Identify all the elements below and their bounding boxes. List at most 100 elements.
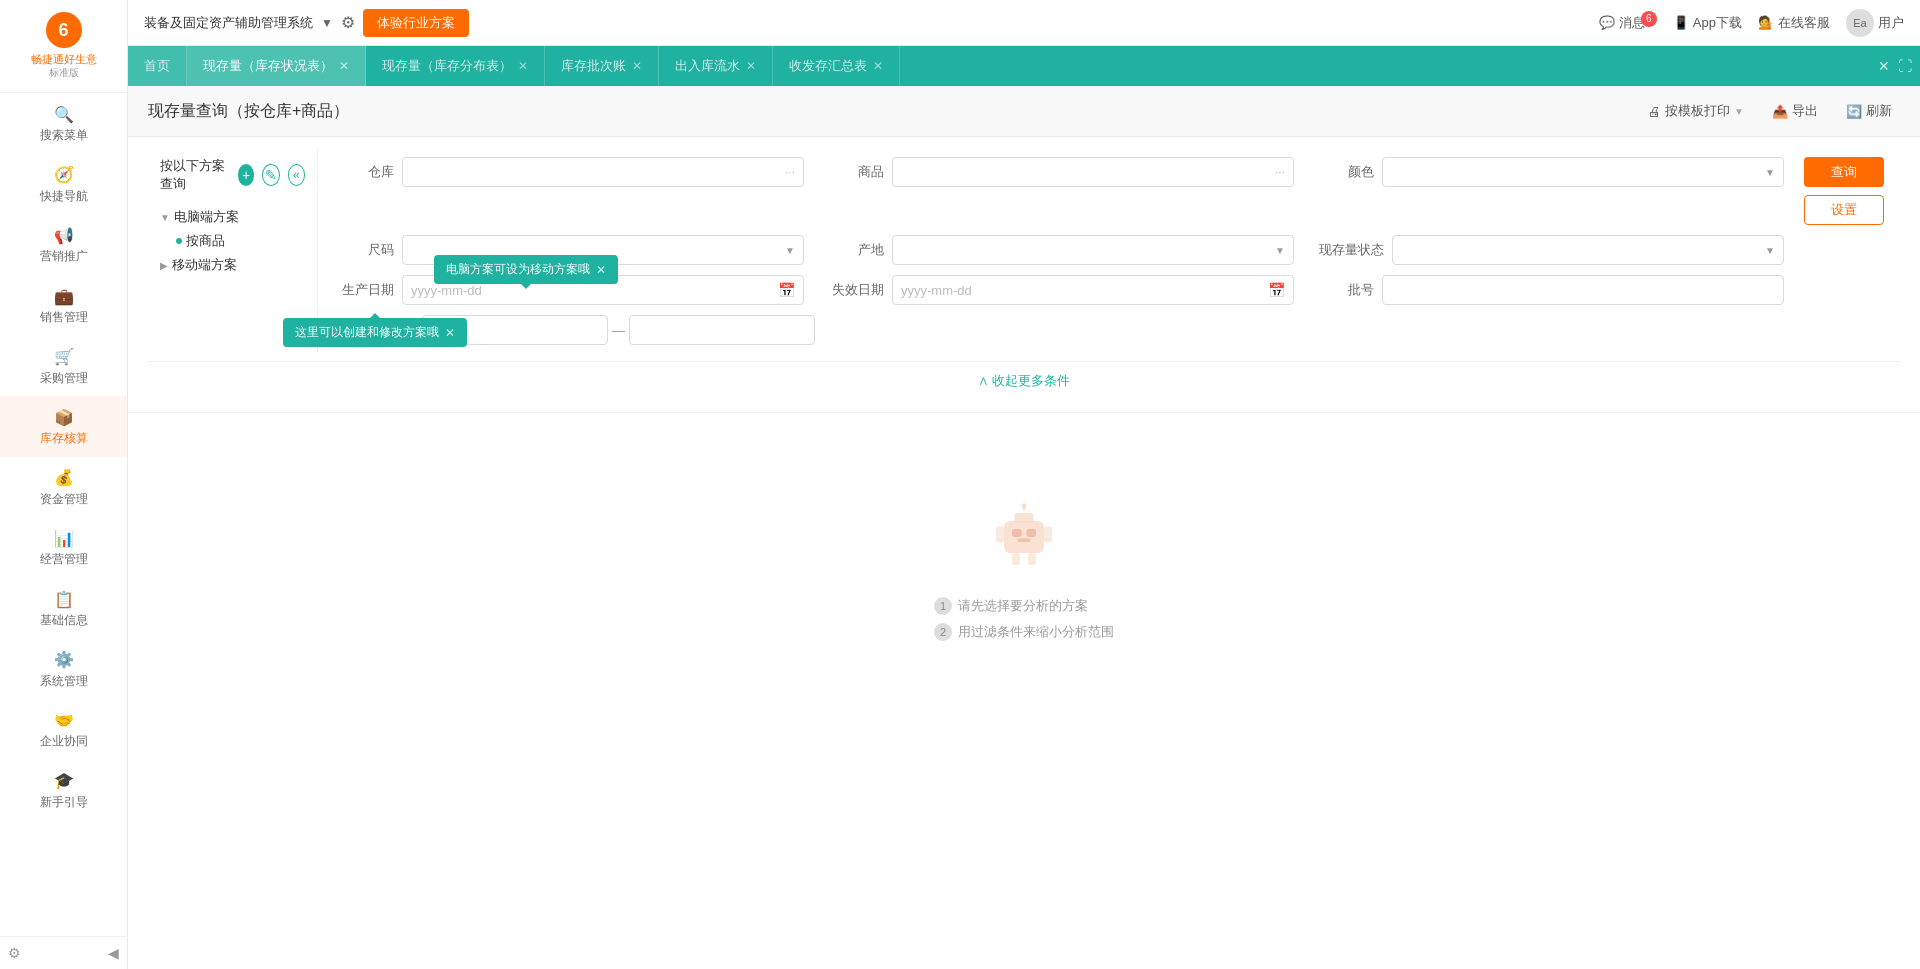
sidebar-item-guide[interactable]: 🎓 新手引导 xyxy=(0,760,127,821)
sidebar-item-inventory[interactable]: 📦 库存核算 xyxy=(0,396,127,457)
settings-bottom-icon[interactable]: ⚙ xyxy=(8,945,21,961)
main-area: 装备及固定资产辅助管理系统 ▼ ⚙ 体验行业方案 💬 消息 6 📱 App下载 … xyxy=(128,0,1920,969)
sidebar-item-business[interactable]: 📊 经营管理 xyxy=(0,517,127,578)
tooltip2-close[interactable]: ✕ xyxy=(445,326,455,340)
header-right: 💬 消息 6 📱 App下载 💁 在线客服 Ea 用户 xyxy=(1599,9,1904,37)
sidebar-item-finance[interactable]: 💰 资金管理 xyxy=(0,457,127,518)
sidebar-item-label: 搜索菜单 xyxy=(40,128,88,144)
user-item[interactable]: Ea 用户 xyxy=(1846,9,1904,37)
origin-select[interactable]: ▼ xyxy=(892,235,1294,265)
scheme-mobile-label: 移动端方案 xyxy=(172,256,237,274)
online-support-label: 在线客服 xyxy=(1778,14,1830,32)
tip-num-2: 2 xyxy=(934,623,952,641)
base-icon: 📋 xyxy=(53,588,75,610)
edit-scheme-button[interactable]: ✎ xyxy=(262,164,279,186)
arrow-scheme-button[interactable]: « xyxy=(288,164,305,186)
collapse-sidebar-icon[interactable]: ◀ xyxy=(108,945,119,961)
tab-inventory-dist-close[interactable]: ✕ xyxy=(518,59,528,73)
tab-summary[interactable]: 收发存汇总表 ✕ xyxy=(773,46,900,86)
filter-warehouse: 仓库 ··· xyxy=(334,157,804,187)
tab-inout-close[interactable]: ✕ xyxy=(746,59,756,73)
refresh-button[interactable]: 🔄 刷新 xyxy=(1838,98,1900,124)
collapse-more-button[interactable]: ∧ 收起更多条件 xyxy=(148,361,1900,400)
origin-arrow-icon: ▼ xyxy=(1275,245,1285,256)
tab-inout[interactable]: 出入库流水 ✕ xyxy=(659,46,773,86)
stock-range-inputs: — xyxy=(422,315,815,345)
stock-status-select[interactable]: ▼ xyxy=(1392,235,1784,265)
sidebar-item-system[interactable]: ⚙️ 系统管理 xyxy=(0,639,127,700)
tooltip2-text: 这里可以创建和修改方案哦 xyxy=(295,324,439,341)
sidebar-nav: 🔍 搜索菜单 🧭 快捷导航 📢 营销推广 💼 销售管理 🛒 采购管理 📦 库存核… xyxy=(0,93,127,936)
tooltip1-close[interactable]: ✕ xyxy=(596,263,606,277)
sidebar-item-label: 采购管理 xyxy=(40,371,88,387)
tab-inventory-status[interactable]: 现存量（库存状况表） ✕ xyxy=(187,46,366,86)
product-select[interactable]: ··· xyxy=(892,157,1294,187)
purchase-icon: 🛒 xyxy=(53,346,75,368)
message-item[interactable]: 💬 消息 6 xyxy=(1599,14,1657,32)
stock-max-input[interactable] xyxy=(629,315,815,345)
tab-batch[interactable]: 库存批次账 ✕ xyxy=(545,46,659,86)
calendar-icon: 📅 xyxy=(778,282,795,298)
filter-area: 电脑方案可设为移动方案哦 ✕ 这里可以创建和修改方案哦 ✕ 按以下方案查询 + … xyxy=(128,137,1920,413)
filter-color: 颜色 ▼ xyxy=(1314,157,1784,187)
export-button[interactable]: 📤 导出 xyxy=(1764,98,1826,124)
sidebar-item-sales[interactable]: 💼 销售管理 xyxy=(0,275,127,336)
range-dash: — xyxy=(612,323,625,338)
produce-date-from-value: yyyy-mm-dd xyxy=(411,283,482,298)
tab-home[interactable]: 首页 xyxy=(128,46,187,86)
sidebar-item-label: 快捷导航 xyxy=(40,189,88,205)
warehouse-more-icon: ··· xyxy=(785,165,795,179)
expiry-date-from[interactable]: yyyy-mm-dd 📅 xyxy=(892,275,1294,305)
svg-rect-0 xyxy=(1004,521,1044,553)
size-label: 尺码 xyxy=(334,241,394,259)
collapse-label: 收起更多条件 xyxy=(992,373,1070,388)
logo-text: 畅捷通好生意 xyxy=(31,52,97,66)
scheme-pc-item[interactable]: 按商品 xyxy=(160,229,305,253)
tab-inventory-status-label: 现存量（库存状况表） xyxy=(203,57,333,75)
add-scheme-button[interactable]: + xyxy=(238,164,255,186)
tab-summary-close[interactable]: ✕ xyxy=(873,59,883,73)
tab-batch-close[interactable]: ✕ xyxy=(632,59,642,73)
top-header: 装备及固定资产辅助管理系统 ▼ ⚙ 体验行业方案 💬 消息 6 📱 App下载 … xyxy=(128,0,1920,46)
filter-expiry-date: 失效日期 yyyy-mm-dd 📅 xyxy=(824,275,1294,305)
warehouse-select[interactable]: ··· xyxy=(402,157,804,187)
tab-summary-label: 收发存汇总表 xyxy=(789,57,867,75)
tabs-actions: ✕ ⛶ xyxy=(1870,46,1920,86)
sidebar-item-label: 库存核算 xyxy=(40,431,88,447)
sidebar-item-nav[interactable]: 🧭 快捷导航 xyxy=(0,154,127,215)
sidebar-item-base[interactable]: 📋 基础信息 xyxy=(0,578,127,639)
mobile-icon: 📱 xyxy=(1673,15,1689,30)
sidebar: 6 畅捷通好生意 标准版 🔍 搜索菜单 🧭 快捷导航 📢 营销推广 💼 销售管理… xyxy=(0,0,128,969)
svg-rect-1 xyxy=(1012,529,1022,537)
sidebar-item-collab[interactable]: 🤝 企业协同 xyxy=(0,699,127,760)
product-more-icon: ··· xyxy=(1275,165,1285,179)
filter-header: 按以下方案查询 + ✎ « xyxy=(160,157,305,193)
sidebar-item-purchase[interactable]: 🛒 采购管理 xyxy=(0,336,127,397)
print-icon: 🖨 xyxy=(1648,104,1661,119)
scheme-tree: ▼ 电脑端方案 按商品 ▶ 移动端方案 xyxy=(160,205,305,277)
tree-dot-icon xyxy=(176,238,182,244)
expiry-date-label: 失效日期 xyxy=(824,281,884,299)
online-support-item[interactable]: 💁 在线客服 xyxy=(1758,14,1830,32)
tab-inventory-dist[interactable]: 现存量（库存分布表） ✕ xyxy=(366,46,545,86)
tab-inventory-status-close[interactable]: ✕ xyxy=(339,59,349,73)
search-button[interactable]: 查询 xyxy=(1804,157,1884,187)
scheme-pc[interactable]: ▼ 电脑端方案 xyxy=(160,205,305,229)
tab-fullscreen-icon[interactable]: ⛶ xyxy=(1898,58,1912,74)
reset-button[interactable]: 设置 xyxy=(1804,195,1884,225)
tab-close-all-icon[interactable]: ✕ xyxy=(1878,58,1890,74)
color-select[interactable]: ▼ xyxy=(1382,157,1784,187)
page-content: 现存量查询（按仓库+商品） 🖨 按模板打印 ▼ 📤 导出 🔄 刷新 xyxy=(128,86,1920,969)
message-icon: 💬 xyxy=(1599,15,1615,30)
batch-input[interactable] xyxy=(1382,275,1784,305)
app-download-item[interactable]: 📱 App下载 xyxy=(1673,14,1742,32)
empty-state: 1 请先选择要分析的方案 2 用过滤条件来缩小分析范围 xyxy=(128,413,1920,725)
tooltip-scheme-edit: 这里可以创建和修改方案哦 ✕ xyxy=(283,318,467,347)
header-settings-icon[interactable]: ⚙ xyxy=(341,13,355,32)
scheme-mobile[interactable]: ▶ 移动端方案 xyxy=(160,253,305,277)
system-dropdown-icon[interactable]: ▼ xyxy=(321,16,333,30)
sidebar-item-marketing[interactable]: 📢 营销推广 xyxy=(0,214,127,275)
trial-button[interactable]: 体验行业方案 xyxy=(363,9,469,37)
sidebar-item-search[interactable]: 🔍 搜索菜单 xyxy=(0,93,127,154)
print-button[interactable]: 🖨 按模板打印 ▼ xyxy=(1640,98,1752,124)
